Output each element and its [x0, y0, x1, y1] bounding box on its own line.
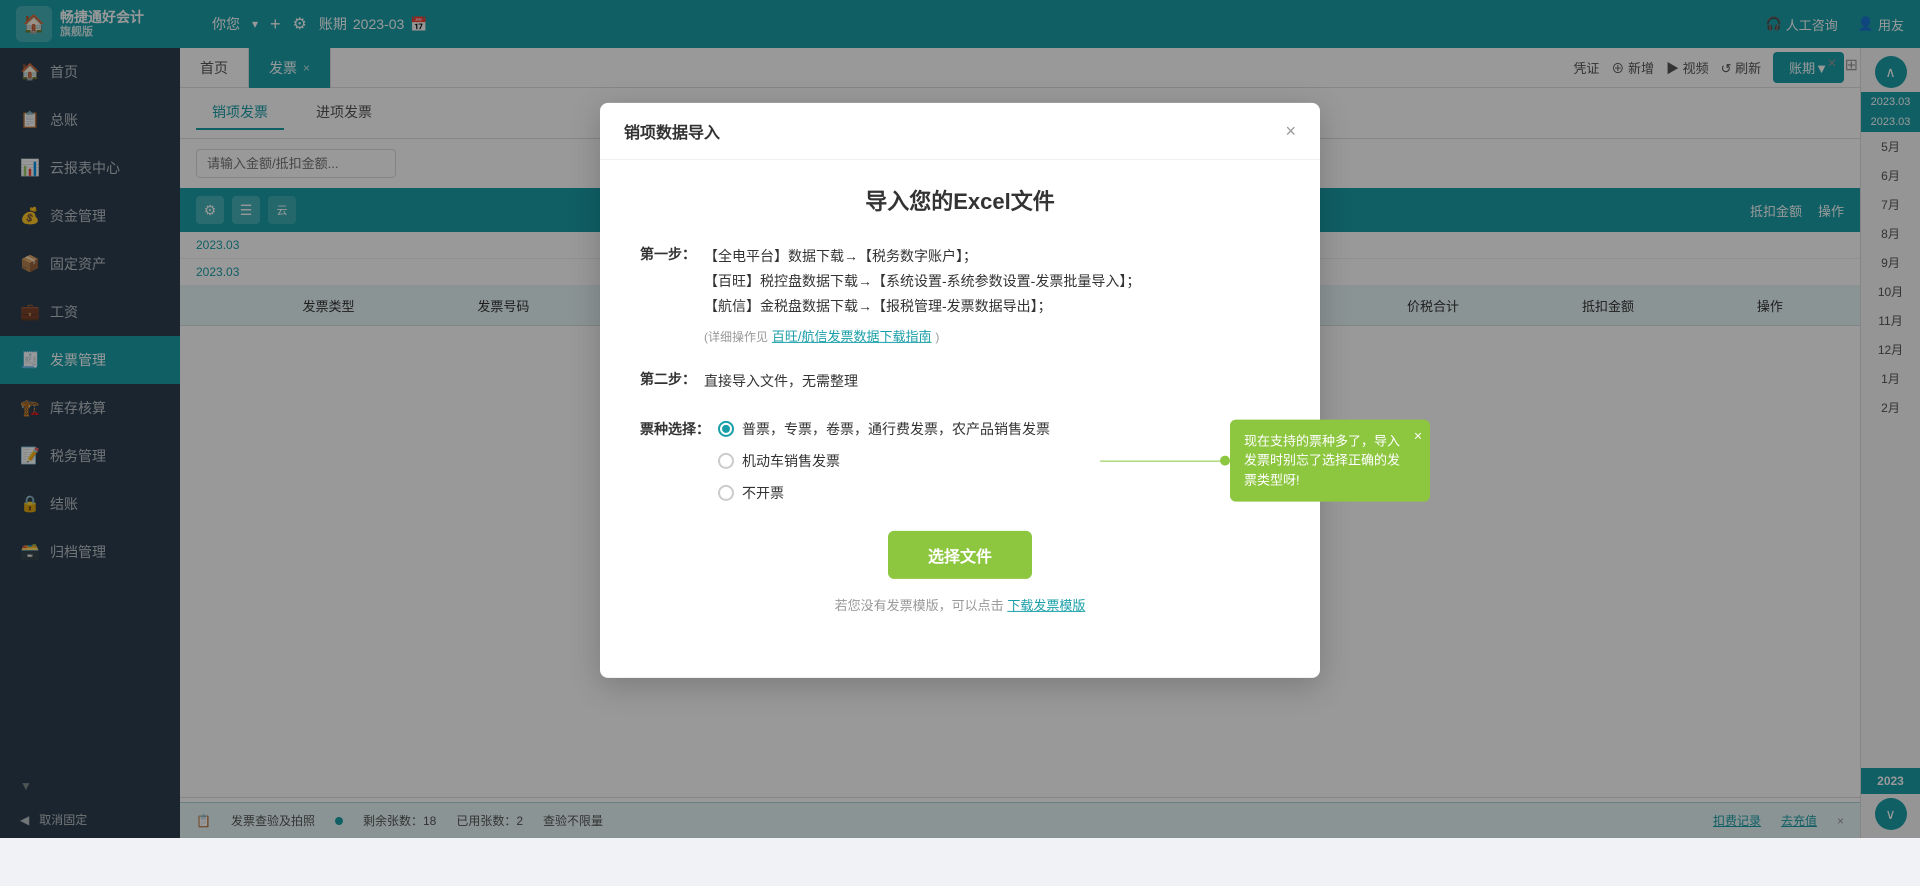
import-modal: 销项数据导入 × 导入您的Excel文件 第一步： 【全电平台】数据下载→【税务… [600, 103, 1320, 678]
ticket-select-row: 票种选择： 普票，专票，卷票，通行费发票，农产品销售发票 机动车销售发票 [640, 415, 1280, 503]
step1-line2: 【百旺】税控盘数据下载→【系统设置-系统参数设置-发票批量导入】； [704, 269, 1140, 294]
radio-row-motor: 机动车销售发票 现在支持的票种多了，导入发票时别忘了选择正确的发票类型呀! × [718, 451, 1050, 471]
tooltip-container: 现在支持的票种多了，导入发票时别忘了选择正确的发票类型呀! × [1100, 419, 1430, 502]
tooltip-close-button[interactable]: × [1414, 425, 1422, 446]
modal-header: 销项数据导入 × [600, 103, 1320, 160]
modal-footer-note: 若您没有发票模版，可以点击 下载发票模版 [640, 595, 1280, 614]
download-guide-link[interactable]: 百旺/航信发票数据下载指南 [772, 328, 932, 343]
modal-title: 销项数据导入 [624, 119, 720, 143]
ticket-label: 票种选择： [640, 415, 710, 439]
radio-row-none: 不开票 [718, 483, 1050, 503]
step1-line1: 【全电平台】数据下载→【税务数字账户】； [704, 244, 1140, 269]
select-file-button[interactable]: 选择文件 [888, 531, 1032, 579]
step2-content: 直接导入文件，无需整理 [704, 369, 858, 395]
modal-close-button[interactable]: × [1285, 120, 1296, 141]
radio-normal[interactable] [718, 421, 734, 437]
step2-row: 第二步： 直接导入文件，无需整理 [640, 369, 1280, 395]
step1-note-post: ) [935, 329, 939, 343]
step1-note-pre: (详细操作见 [704, 329, 768, 343]
radio-normal-label: 普票，专票，卷票，通行费发票，农产品销售发票 [742, 419, 1050, 439]
tooltip-text: 现在支持的票种多了，导入发票时别忘了选择正确的发票类型呀! [1244, 433, 1400, 487]
modal-main-title: 导入您的Excel文件 [640, 184, 1280, 216]
download-template-link[interactable]: 下载发票模版 [1007, 598, 1085, 613]
step-2: 第二步： 直接导入文件，无需整理 [640, 369, 1280, 395]
step1-line3: 【航信】金税盘数据下载→【报税管理-发票数据导出】； [704, 294, 1140, 319]
tooltip-bubble: 现在支持的票种多了，导入发票时别忘了选择正确的发票类型呀! × [1230, 419, 1430, 502]
radio-none-label: 不开票 [742, 483, 784, 503]
radio-motor[interactable] [718, 453, 734, 469]
radio-motor-label: 机动车销售发票 [742, 451, 840, 471]
tooltip-line [1100, 460, 1220, 461]
step1-content: 【全电平台】数据下载→【税务数字账户】； 【百旺】税控盘数据下载→【系统设置-系… [704, 244, 1140, 349]
step2-label: 第二步： [640, 369, 696, 389]
tooltip-dot [1220, 456, 1230, 466]
radio-none[interactable] [718, 485, 734, 501]
modal-body: 导入您的Excel文件 第一步： 【全电平台】数据下载→【税务数字账户】； 【百… [600, 160, 1320, 638]
step1-row: 第一步： 【全电平台】数据下载→【税务数字账户】； 【百旺】税控盘数据下载→【系… [640, 244, 1280, 349]
step-1: 第一步： 【全电平台】数据下载→【税务数字账户】； 【百旺】税控盘数据下载→【系… [640, 244, 1280, 349]
radio-group: 普票，专票，卷票，通行费发票，农产品销售发票 机动车销售发票 现在支持的票种多了… [718, 419, 1050, 503]
step1-label: 第一步： [640, 244, 696, 343]
radio-row-normal: 普票，专票，卷票，通行费发票，农产品销售发票 [718, 419, 1050, 439]
